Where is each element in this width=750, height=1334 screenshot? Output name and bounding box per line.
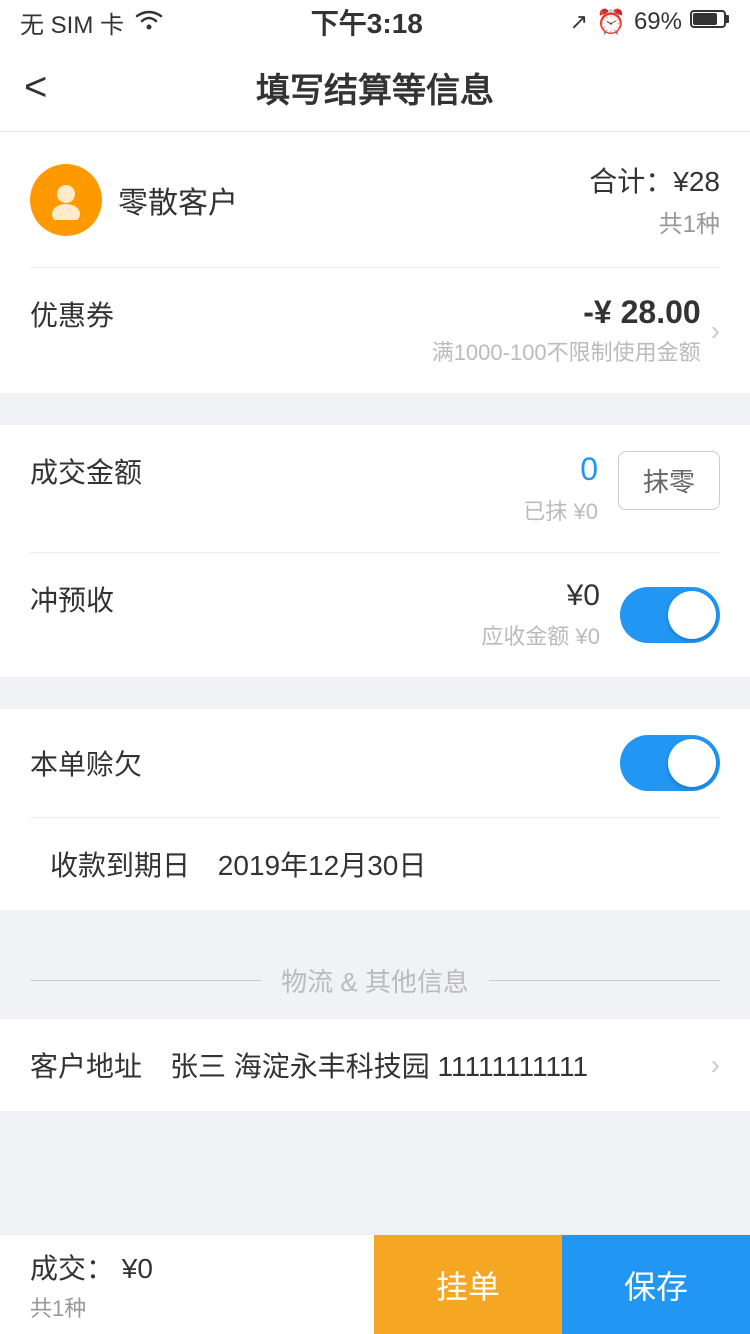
amount-sub: 已抹 ¥0 <box>523 494 598 526</box>
prepayment-row: 冲预收 ¥0 应收金额 ¥0 <box>0 553 750 677</box>
prepayment-label: 冲预收 <box>30 579 114 619</box>
arrears-toggle[interactable] <box>620 735 720 791</box>
carrier-text: 无 SIM 卡 <box>20 5 124 40</box>
arrears-row: 本单赊欠 <box>0 709 750 817</box>
logistics-text: 物流 & 其他信息 <box>281 962 469 999</box>
bottom-bar: 成交： ¥0 共1种 挂单 保存 <box>0 1234 750 1334</box>
address-card: 客户地址 张三 海淀永丰科技园 11111111111 › <box>0 1019 750 1111</box>
bottom-info: 成交： ¥0 共1种 <box>0 1235 374 1334</box>
logistics-line-right <box>489 980 720 981</box>
bottom-transaction-value: ¥0 <box>122 1253 153 1284</box>
customer-count: 共1种 <box>589 204 720 239</box>
amount-value[interactable]: 0 <box>523 451 598 488</box>
customer-total: 合计：¥28 <box>589 160 720 200</box>
customer-avatar <box>30 164 102 236</box>
status-bar: 无 SIM 卡 下午3:18 ↗ ⏰ 69% <box>0 0 750 44</box>
coupon-description: 满1000-100不限制使用金额 <box>432 335 701 367</box>
amount-label: 成交金额 <box>30 451 142 491</box>
due-date-label: 收款到期日 <box>50 850 190 881</box>
customer-name: 零散客户 <box>118 178 238 222</box>
bottom-transaction: 成交： ¥0 <box>30 1247 344 1287</box>
suspend-button[interactable]: 挂单 <box>374 1235 562 1334</box>
customer-card: 零散客户 合计：¥28 共1种 优惠券 -¥ 28.00 满1000-100不限… <box>0 132 750 393</box>
address-row[interactable]: 客户地址 张三 海淀永丰科技园 11111111111 › <box>0 1019 750 1111</box>
back-button[interactable]: < <box>24 65 47 110</box>
prepayment-sub: 应收金额 ¥0 <box>481 619 600 651</box>
coupon-right: -¥ 28.00 满1000-100不限制使用金额 <box>432 294 701 367</box>
amount-row: 成交金额 0 已抹 ¥0 抹零 <box>0 425 750 552</box>
prepayment-value: ¥0 <box>481 579 600 613</box>
page-title: 填写结算等信息 <box>256 63 494 112</box>
battery-icon <box>690 8 730 37</box>
section-divider-3 <box>0 926 750 942</box>
customer-row: 零散客户 合计：¥28 共1种 <box>0 132 750 267</box>
coupon-label: 优惠券 <box>30 294 114 334</box>
nav-bar: < 填写结算等信息 <box>0 44 750 132</box>
back-icon: < <box>24 65 47 109</box>
address-value: 张三 海淀永丰科技园 11111111111 <box>170 1045 711 1085</box>
prepayment-toggle[interactable] <box>620 587 720 643</box>
due-date-row: 收款到期日 2019年12月30日 <box>0 818 750 910</box>
save-button[interactable]: 保存 <box>562 1235 750 1334</box>
bottom-count: 共1种 <box>30 1291 344 1323</box>
status-time: 下午3:18 <box>311 2 423 42</box>
section-divider-2 <box>0 693 750 709</box>
wifi-icon <box>134 8 164 37</box>
due-date-value[interactable]: 2019年12月30日 <box>218 850 427 881</box>
address-label: 客户地址 <box>30 1045 150 1085</box>
customer-right: 合计：¥28 共1种 <box>589 160 720 239</box>
logistics-line-left <box>30 980 261 981</box>
bottom-transaction-label: 成交： <box>30 1253 114 1284</box>
location-icon: ↗ <box>570 9 588 35</box>
coupon-discount: -¥ 28.00 <box>432 294 701 331</box>
content: 零散客户 合计：¥28 共1种 优惠券 -¥ 28.00 满1000-100不限… <box>0 132 750 1227</box>
transaction-card: 成交金额 0 已抹 ¥0 抹零 冲预收 ¥0 应收金额 ¥0 <box>0 425 750 677</box>
status-left: 无 SIM 卡 <box>20 5 164 40</box>
round-button[interactable]: 抹零 <box>618 451 720 510</box>
customer-left: 零散客户 <box>30 164 238 236</box>
section-divider-1 <box>0 409 750 425</box>
coupon-row[interactable]: 优惠券 -¥ 28.00 满1000-100不限制使用金额 › <box>0 268 750 393</box>
battery-text: 69% <box>634 8 682 36</box>
arrears-label: 本单赊欠 <box>30 743 142 783</box>
logistics-header: 物流 & 其他信息 <box>0 942 750 1019</box>
coupon-chevron-icon: › <box>711 315 720 347</box>
address-chevron-icon: › <box>711 1049 720 1081</box>
status-right: ↗ ⏰ 69% <box>570 8 730 37</box>
alarm-icon: ⏰ <box>596 8 626 37</box>
arrears-card: 本单赊欠 收款到期日 2019年12月30日 <box>0 709 750 910</box>
bottom-padding <box>0 1127 750 1227</box>
